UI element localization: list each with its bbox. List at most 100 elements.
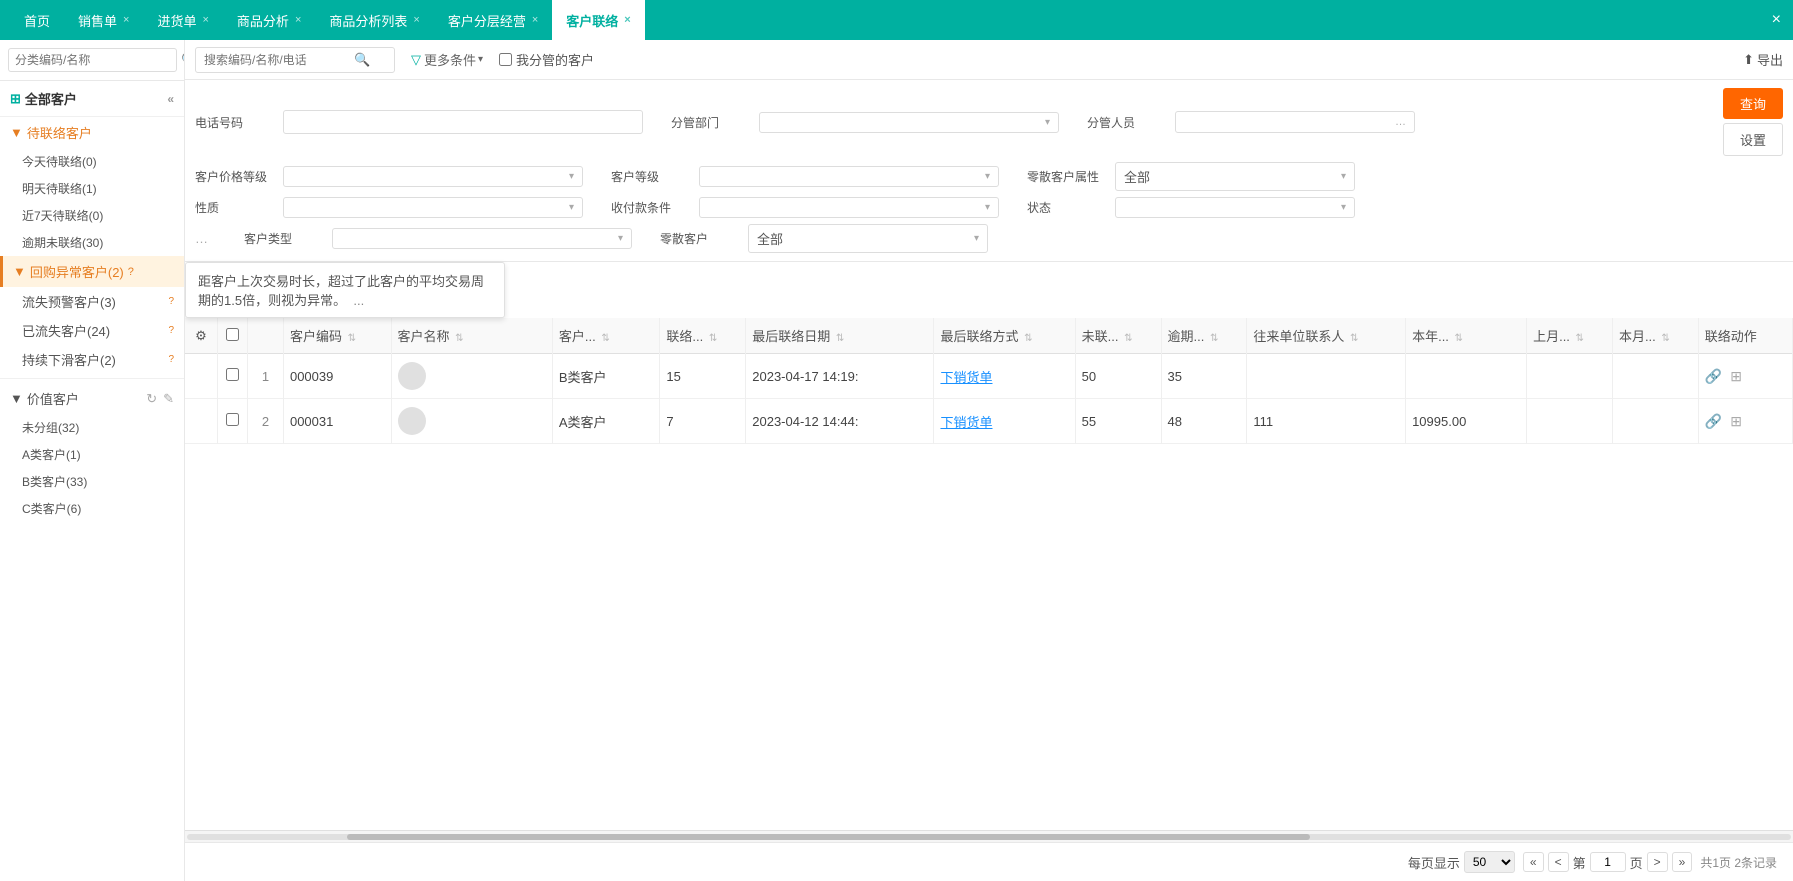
sidebar-item-tomorrow[interactable]: 明天待联络(1): [0, 175, 184, 202]
prev-page-btn[interactable]: <: [1548, 852, 1569, 872]
sidebar-item-classC[interactable]: C类客户(6): [0, 495, 184, 522]
sidebar-item-today[interactable]: 今天待联络(0): [0, 148, 184, 175]
horizontal-scrollbar[interactable]: [185, 830, 1793, 842]
tooltip-ellipsis[interactable]: ...: [353, 293, 364, 308]
payment-select[interactable]: ▾: [699, 197, 999, 218]
retail-attr-select[interactable]: 全部 ▾: [1115, 162, 1355, 191]
row1-method-link[interactable]: 下销货单: [940, 370, 992, 385]
nav-analysis-close[interactable]: ×: [295, 14, 301, 26]
th-last-date[interactable]: 最后联络日期 ⇅: [746, 318, 934, 354]
retail-customer-select[interactable]: 全部 ▾: [748, 224, 988, 253]
nav-customer-contact-close[interactable]: ×: [624, 14, 630, 26]
setting-btn[interactable]: 设置: [1723, 123, 1783, 156]
nav-customer-contact[interactable]: 客户联络 ×: [552, 0, 644, 40]
next-page-btn[interactable]: >: [1647, 852, 1668, 872]
row2-check[interactable]: [226, 413, 239, 426]
scrollbar-track: [187, 834, 1791, 840]
th-unreached[interactable]: 未联... ⇅: [1075, 318, 1161, 354]
nav-analysis[interactable]: 商品分析 ×: [223, 0, 315, 40]
th-year-amt[interactable]: 本年... ⇅: [1406, 318, 1527, 354]
sidebar-section-value[interactable]: ▼ 价值客户 ↻ ✎: [0, 383, 184, 414]
sidebar-item-overdue[interactable]: 逾期未联络(30): [0, 229, 184, 256]
th-name[interactable]: 客户名称 ⇅: [391, 318, 552, 354]
sidebar-section-repurchase-abnormal[interactable]: ▼ 回购异常客户(2) ?: [0, 256, 184, 287]
th-code[interactable]: 客户编码 ⇅: [283, 318, 391, 354]
per-page-dropdown[interactable]: 20 50 100 200: [1464, 851, 1515, 873]
customer-level-select[interactable]: ▾: [699, 166, 999, 187]
row2-link-icon[interactable]: 🔗: [1705, 413, 1722, 430]
row1-associate: [1247, 354, 1406, 399]
lost-help[interactable]: ?: [168, 325, 174, 336]
th-cur-month[interactable]: 本月... ⇅: [1612, 318, 1698, 354]
search-input[interactable]: [204, 53, 354, 67]
sidebar-collapse-icon[interactable]: «: [167, 92, 174, 106]
th-settings[interactable]: ⚙: [185, 318, 217, 354]
sidebar-item-lost[interactable]: 已流失客户(24) ?: [0, 316, 184, 345]
row1-grid-icon[interactable]: ⊞: [1730, 368, 1742, 385]
first-page-btn[interactable]: «: [1523, 852, 1544, 872]
value-edit-icon[interactable]: ✎: [163, 391, 174, 407]
th-type[interactable]: 客户... ⇅: [552, 318, 660, 354]
customer-type-select[interactable]: ▾: [332, 228, 632, 249]
row1-code: 000039: [283, 354, 391, 399]
search-submit-icon[interactable]: 🔍: [354, 52, 370, 68]
sidebar-section-pending[interactable]: ▼ 待联络客户: [0, 117, 184, 148]
last-page-btn[interactable]: »: [1672, 852, 1693, 872]
row1-link-icon[interactable]: 🔗: [1705, 368, 1722, 385]
nav-sales-close[interactable]: ×: [123, 14, 129, 26]
sidebar-search-input[interactable]: [8, 48, 177, 72]
manager-select[interactable]: …: [1175, 111, 1415, 133]
th-associate[interactable]: 往来单位联系人 ⇅: [1247, 318, 1406, 354]
th-last-method[interactable]: 最后联络方式 ⇅: [934, 318, 1075, 354]
nav-home[interactable]: 首页: [10, 0, 64, 40]
nav-customer-tier-close[interactable]: ×: [532, 14, 538, 26]
nav-analysis-list-close[interactable]: ×: [413, 14, 419, 26]
loss-warning-help[interactable]: ?: [168, 296, 174, 307]
nav-analysis-list[interactable]: 商品分析列表 ×: [315, 0, 433, 40]
value-refresh-icon[interactable]: ↻: [146, 391, 157, 407]
price-level-select[interactable]: ▾: [283, 166, 583, 187]
date-sort-icon: ⇅: [836, 333, 844, 344]
row1-last-method[interactable]: 下销货单: [934, 354, 1075, 399]
nav-purchase[interactable]: 进货单 ×: [143, 0, 222, 40]
sidebar-item-declining[interactable]: 持续下滑客户(2) ?: [0, 345, 184, 374]
row1-check[interactable]: [226, 368, 239, 381]
nav-customer-tier[interactable]: 客户分层经营 ×: [434, 0, 552, 40]
my-customers-checkbox[interactable]: 我分管的客户: [499, 50, 594, 69]
row2-method-link[interactable]: 下销货单: [940, 415, 992, 430]
row2-type: A类客户: [552, 399, 660, 444]
more-row4-icon[interactable]: …: [195, 231, 208, 246]
row2-checkbox[interactable]: [217, 399, 247, 444]
search-box[interactable]: 🔍: [195, 47, 395, 73]
export-btn[interactable]: ⬆ 导出: [1743, 50, 1783, 69]
more-conditions-btn[interactable]: ▽ 更多条件 ▾: [403, 46, 491, 73]
close-all-tabs[interactable]: ×: [1772, 11, 1781, 29]
nav-sales[interactable]: 销售单 ×: [64, 0, 143, 40]
select-all-checkbox[interactable]: [226, 328, 239, 341]
page-number-input[interactable]: [1590, 852, 1626, 872]
scrollbar-thumb[interactable]: [347, 834, 1309, 840]
phone-input[interactable]: [283, 110, 643, 134]
repurchase-help-icon[interactable]: ?: [128, 266, 134, 278]
sidebar-item-classA[interactable]: A类客户(1): [0, 441, 184, 468]
row1-checkbox[interactable]: [217, 354, 247, 399]
my-customers-check[interactable]: [499, 53, 512, 66]
sidebar-item-loss-warning[interactable]: 流失预警客户(3) ?: [0, 287, 184, 316]
declining-help[interactable]: ?: [168, 354, 174, 365]
nav-purchase-close[interactable]: ×: [202, 14, 208, 26]
row2-last-method[interactable]: 下销货单: [934, 399, 1075, 444]
gender-select[interactable]: ▾: [283, 197, 583, 218]
price-level-label: 客户价格等级: [195, 168, 275, 185]
dept-select[interactable]: ▾: [759, 112, 1059, 133]
page-navigation: « < 第 页 > »: [1523, 852, 1692, 872]
manager-more-icon[interactable]: …: [1395, 116, 1406, 128]
th-contact[interactable]: 联络... ⇅: [660, 318, 746, 354]
sidebar-item-ungroup[interactable]: 未分组(32): [0, 414, 184, 441]
th-last-month[interactable]: 上月... ⇅: [1527, 318, 1613, 354]
status-select[interactable]: ▾: [1115, 197, 1355, 218]
sidebar-item-7days[interactable]: 近7天待联络(0): [0, 202, 184, 229]
row2-grid-icon[interactable]: ⊞: [1730, 413, 1742, 430]
search-btn[interactable]: 查询: [1723, 88, 1783, 119]
sidebar-item-classB[interactable]: B类客户(33): [0, 468, 184, 495]
th-overdue[interactable]: 逾期... ⇅: [1161, 318, 1247, 354]
